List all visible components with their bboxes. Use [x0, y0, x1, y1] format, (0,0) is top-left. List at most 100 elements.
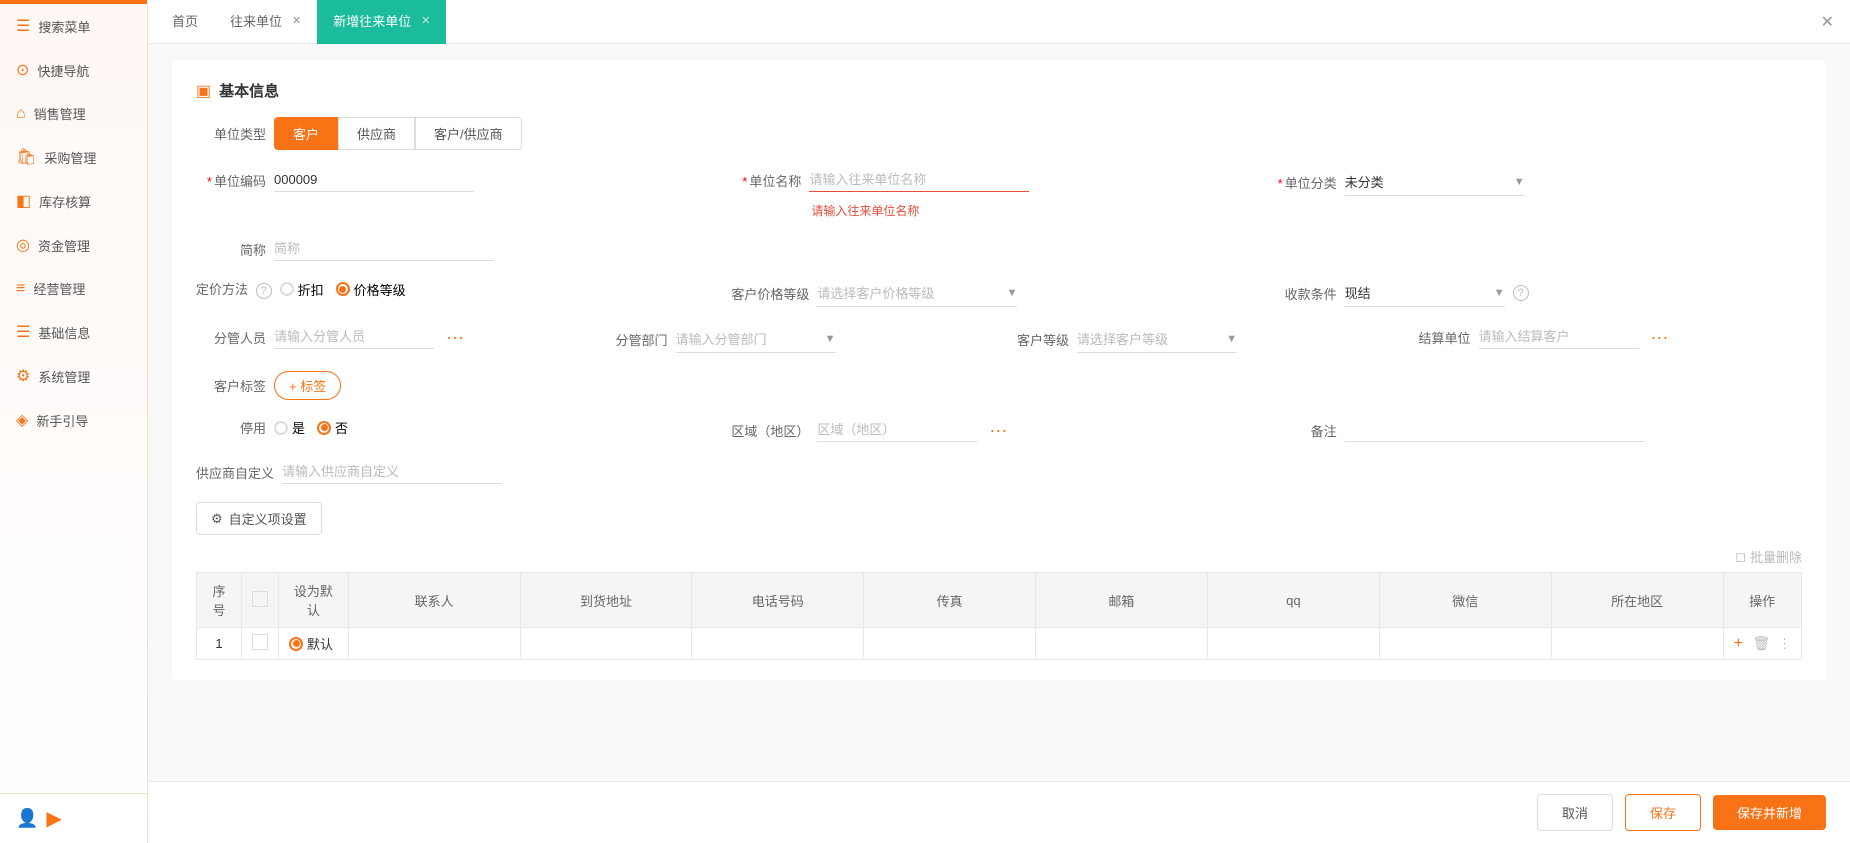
region-input[interactable] — [817, 418, 977, 442]
close-new-partner-tab[interactable]: ✕ — [421, 14, 430, 27]
settlement-unit-input[interactable] — [1479, 325, 1639, 349]
tab-home[interactable]: 首页 — [156, 0, 214, 44]
cell-qq[interactable] — [1207, 628, 1379, 660]
select-all-checkbox[interactable] — [252, 591, 268, 607]
unit-name-field: *单位名称 请输入往来单位名称 — [731, 168, 1266, 219]
unit-category-select[interactable]: 未分类 ▼ — [1345, 168, 1525, 196]
qq-input[interactable] — [1218, 636, 1369, 651]
payment-chevron: ▼ — [1494, 287, 1505, 299]
supervisor-more-btn[interactable]: ··· — [442, 327, 468, 348]
th-check — [242, 573, 279, 628]
tab-partners[interactable]: 往来单位 ✕ — [214, 0, 317, 44]
customer-level-field: 客户等级 请选择客户等级 ▼ — [999, 325, 1401, 353]
radio-price-level[interactable]: 价格等级 — [336, 280, 406, 299]
cell-phone[interactable] — [692, 628, 864, 660]
unit-code-input[interactable] — [274, 168, 474, 192]
contact-table: 序号 设为默认 联系人 到货地址 电话号码 传真 邮箱 qq 微信 所在地区 操… — [196, 572, 1802, 660]
payment-terms-select[interactable]: 现结 ▼ — [1345, 279, 1505, 307]
customer-price-level-select[interactable]: 请选择客户价格等级 ▼ — [817, 279, 1017, 307]
contact-input[interactable] — [359, 636, 510, 651]
row-region-input[interactable] — [1562, 636, 1713, 651]
cell-default: 默认 — [279, 628, 349, 660]
remark-label: 备注 — [1267, 421, 1337, 440]
customer-level-select[interactable]: 请选择客户等级 ▼ — [1077, 325, 1237, 353]
sidebar-item-sales[interactable]: ⌂ 销售管理 — [0, 92, 147, 135]
sidebar-item-guide[interactable]: ◈ 新手引导 — [0, 398, 147, 442]
cell-email[interactable] — [1036, 628, 1208, 660]
finance-icon: ◎ — [16, 235, 30, 255]
tag-field: 客户标签 + 标签 — [196, 371, 1802, 400]
radio-disabled-no[interactable]: 否 — [317, 418, 348, 437]
department-field: 分管部门 请输入分管部门 ▼ — [598, 325, 1000, 353]
cell-fax[interactable] — [864, 628, 1036, 660]
th-phone: 电话号码 — [692, 573, 864, 628]
short-name-field: 简称 — [196, 237, 1802, 261]
cell-region[interactable] — [1551, 628, 1723, 660]
add-tag-btn[interactable]: + 标签 — [274, 371, 341, 400]
default-circle — [289, 637, 303, 651]
sidebar-item-purchase[interactable]: 🛍 采购管理 — [0, 135, 147, 179]
sidebar-item-quick-nav[interactable]: ⊙ 快捷导航 — [0, 48, 147, 92]
unit-category-label: 单位分类 — [1285, 176, 1337, 191]
radio-default[interactable]: 默认 — [289, 634, 338, 653]
sidebar-item-basic-info[interactable]: ☰ 基础信息 — [0, 310, 147, 354]
cell-wechat[interactable] — [1379, 628, 1551, 660]
pricing-radio-group: 折扣 价格等级 — [280, 280, 406, 299]
cancel-button[interactable]: 取消 — [1537, 794, 1613, 831]
drag-handle[interactable]: ⋮ — [1778, 636, 1791, 651]
customer-level-label: 客户等级 — [999, 330, 1069, 349]
pricing-row: 定价方法 ? 折扣 价格等级 客户 — [196, 279, 1802, 307]
short-name-label: 简称 — [196, 240, 266, 259]
close-partners-tab[interactable]: ✕ — [292, 14, 301, 27]
supervisor-field: 分管人员 ··· — [196, 325, 598, 349]
content-area: ▣ 基本信息 单位类型 客户 供应商 客户/供应商 *单位编码 — [148, 44, 1850, 781]
btn-customer[interactable]: 客户 — [274, 117, 338, 150]
short-name-row: 简称 — [196, 237, 1802, 261]
region-field: 区域（地区） ··· — [731, 418, 1266, 442]
btn-supplier[interactable]: 供应商 — [338, 117, 415, 150]
sidebar-item-system[interactable]: ⚙ 系统管理 — [0, 354, 147, 398]
phone-input[interactable] — [702, 636, 853, 651]
radio-disabled-yes[interactable]: 是 — [274, 418, 305, 437]
th-default: 设为默认 — [279, 573, 349, 628]
fax-input[interactable] — [874, 636, 1025, 651]
custom-settings-btn[interactable]: ⚙ 自定义项设置 — [196, 502, 322, 535]
sidebar-item-inventory[interactable]: ◧ 库存核算 — [0, 179, 147, 223]
unit-name-input[interactable] — [809, 168, 1029, 192]
cell-contact[interactable] — [348, 628, 520, 660]
unit-name-error: 请输入往来单位名称 — [811, 202, 919, 219]
tab-new-partner[interactable]: 新增往来单位 ✕ — [317, 0, 446, 44]
supervisor-input[interactable] — [274, 325, 434, 349]
sidebar-item-search[interactable]: ☰ 搜索菜单 — [0, 4, 147, 48]
add-row-btn[interactable]: + — [1734, 635, 1743, 652]
disabled-label: 停用 — [196, 418, 266, 437]
customer-price-level-label: 客户价格等级 — [731, 284, 809, 303]
cell-address[interactable] — [520, 628, 692, 660]
btn-both[interactable]: 客户/供应商 — [415, 117, 522, 150]
short-name-input[interactable] — [274, 237, 494, 261]
radio-discount[interactable]: 折扣 — [280, 280, 324, 299]
basic-fields-row: *单位编码 *单位名称 请输入往来单位名称 *单位分类 未分类 ▼ — [196, 168, 1802, 219]
address-input[interactable] — [531, 636, 682, 651]
region-more-btn[interactable]: ··· — [985, 420, 1011, 441]
batch-delete-label[interactable]: 批量删除 — [1750, 547, 1802, 566]
save-button[interactable]: 保存 — [1625, 794, 1701, 831]
customer-tag-label: 客户标签 — [196, 376, 266, 395]
delete-row-btn[interactable]: 🗑 — [1753, 635, 1771, 651]
sidebar-item-finance[interactable]: ◎ 资金管理 — [0, 223, 147, 267]
email-input[interactable] — [1046, 636, 1197, 651]
sidebar-item-operations[interactable]: ≡ 经营管理 — [0, 267, 147, 310]
remark-input[interactable] — [1345, 418, 1645, 442]
close-all-tabs[interactable]: ✕ — [1813, 12, 1842, 32]
tab-bar: 首页 往来单位 ✕ 新增往来单位 ✕ ✕ — [148, 0, 1850, 44]
save-add-button[interactable]: 保存并新增 — [1713, 795, 1826, 830]
th-contact: 联系人 — [348, 573, 520, 628]
pricing-help-icon[interactable]: ? — [256, 283, 272, 299]
row-checkbox[interactable] — [252, 634, 268, 650]
department-select[interactable]: 请输入分管部门 ▼ — [676, 325, 836, 353]
supplier-custom-input[interactable] — [282, 460, 502, 484]
th-seq: 序号 — [197, 573, 242, 628]
settlement-more-btn[interactable]: ··· — [1647, 327, 1673, 348]
wechat-input[interactable] — [1390, 636, 1541, 651]
payment-help-icon[interactable]: ? — [1513, 285, 1529, 301]
